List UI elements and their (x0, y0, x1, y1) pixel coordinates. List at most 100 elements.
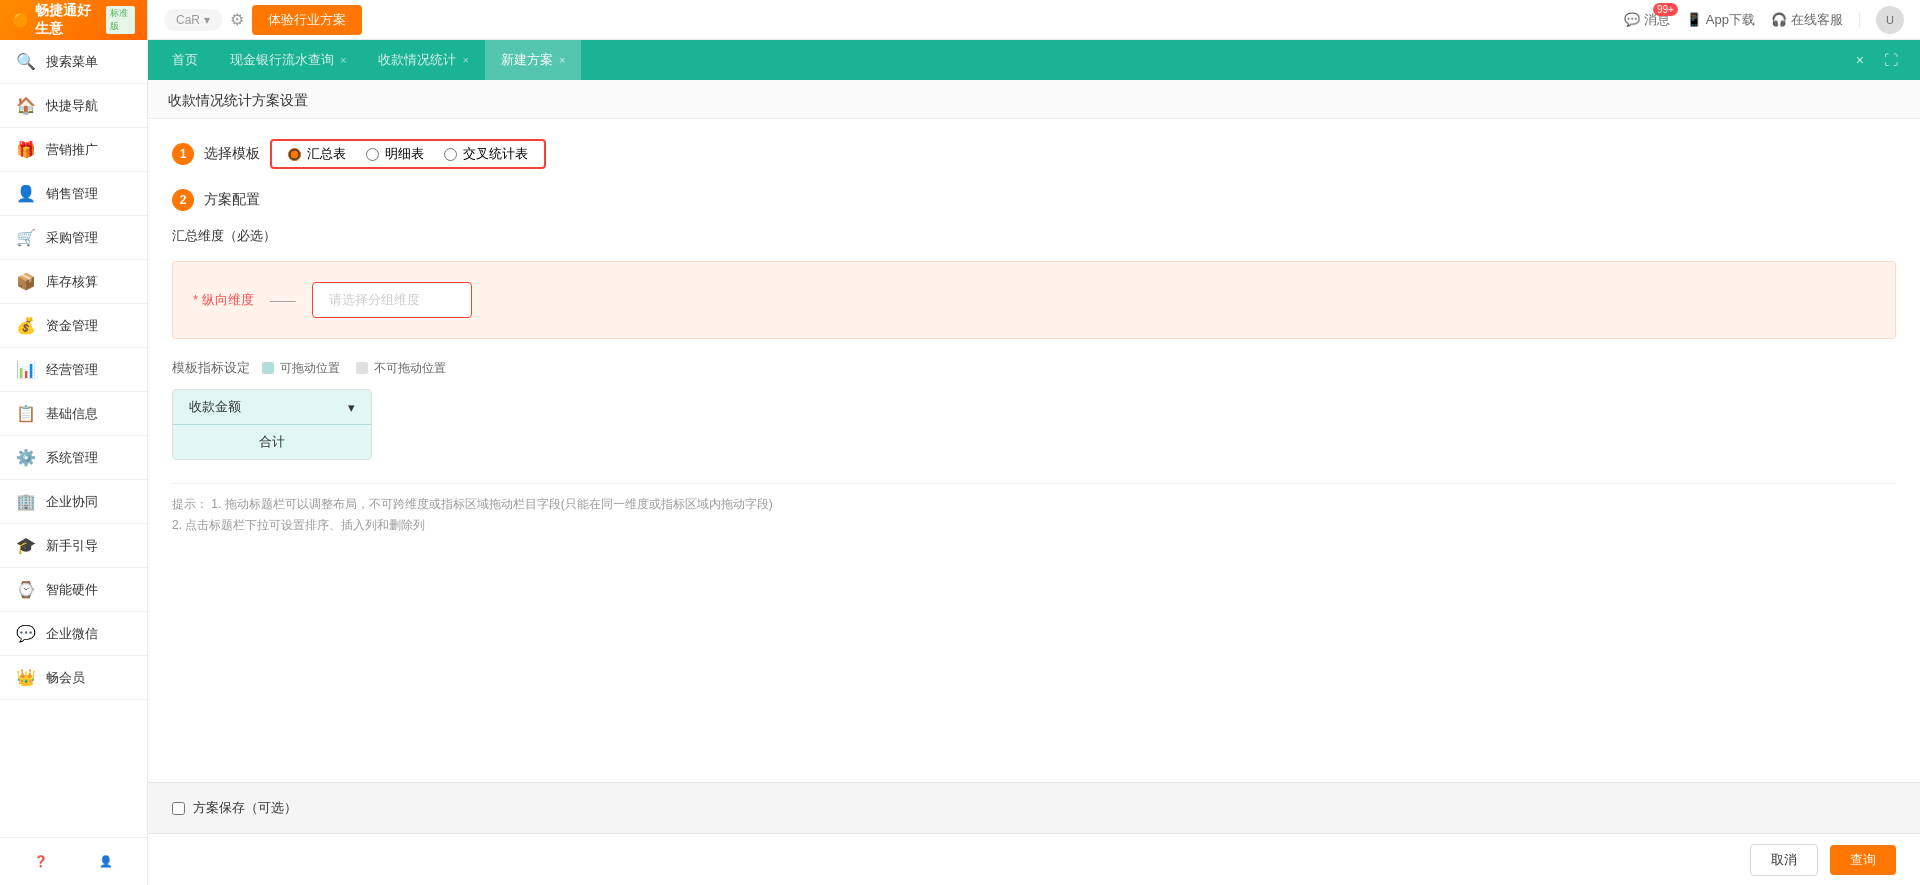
user-initial: U (1886, 14, 1894, 26)
tab-new-plan-close-icon[interactable]: × (559, 54, 565, 66)
tab-home-label: 首页 (172, 51, 198, 69)
sidebar-label-enterprise: 企业协同 (46, 493, 98, 511)
header-divider (1859, 12, 1860, 28)
settings-icon[interactable]: ⚙ (230, 10, 244, 29)
sidebar-item-sales[interactable]: 👤 销售管理 (0, 172, 147, 216)
step2-title: 方案配置 (204, 191, 260, 209)
vertical-dim-label: * 纵向维度 (193, 291, 254, 309)
tab-close-btn[interactable]: × (1850, 50, 1870, 70)
radio-summary[interactable]: 汇总表 (288, 145, 346, 163)
step1-header: 1 选择模板 汇总表 明细表 交叉统计表 (172, 139, 1896, 169)
message-icon: 💬 (1624, 12, 1640, 27)
template-select-box: 汇总表 明细表 交叉统计表 (270, 139, 546, 169)
service-label: 在线客服 (1791, 11, 1843, 29)
main-content: CaR ▾ ⚙ 体验行业方案 💬 消息 99+ 📱 App下载 🎧 在线客服 U (148, 0, 1920, 885)
sidebar-item-inventory[interactable]: 📦 库存核算 (0, 260, 147, 304)
sidebar-item-quick-nav[interactable]: 🏠 快捷导航 (0, 84, 147, 128)
radio-cross[interactable]: 交叉统计表 (444, 145, 528, 163)
step2-badge: 2 (172, 189, 194, 211)
sidebar-item-member[interactable]: 👑 畅会员 (0, 656, 147, 700)
download-item[interactable]: 📱 App下载 (1686, 11, 1755, 29)
indicator-header-chevron-icon: ▾ (348, 400, 355, 415)
sidebar-label-marketing: 营销推广 (46, 141, 98, 159)
sidebar-icon-system: ⚙️ (16, 448, 36, 467)
draggable-dot (262, 362, 274, 374)
sidebar-icon-sales: 👤 (16, 184, 36, 203)
sidebar-label-system: 系统管理 (46, 449, 98, 467)
sidebar-label-member: 畅会员 (46, 669, 85, 687)
sidebar-icon-quick-nav: 🏠 (16, 96, 36, 115)
sidebar-item-newbie[interactable]: 🎓 新手引导 (0, 524, 147, 568)
save-checkbox[interactable] (172, 802, 185, 815)
sidebar-item-enterprise[interactable]: 🏢 企业协同 (0, 480, 147, 524)
tab-receipt-label: 收款情况统计 (378, 51, 456, 69)
sidebar-label-inventory: 库存核算 (46, 273, 98, 291)
tab-receipt[interactable]: 收款情况统计 × (362, 40, 484, 80)
tab-cashflow[interactable]: 现金银行流水查询 × (214, 40, 362, 80)
radio-detail-label: 明细表 (385, 145, 424, 163)
sidebar-bottom-help[interactable]: ❓ (34, 855, 48, 868)
sidebar-item-operations[interactable]: 📊 经营管理 (0, 348, 147, 392)
summary-dim-title-text: 汇总维度（必选） (172, 228, 276, 243)
sidebar-item-purchase[interactable]: 🛒 采购管理 (0, 216, 147, 260)
sidebar-label-operations: 经营管理 (46, 361, 98, 379)
save-option: 方案保存（可选） (148, 782, 1920, 833)
sidebar-icon-operations: 📊 (16, 360, 36, 379)
sidebar-bottom: ❓ 👤 (0, 837, 147, 885)
radio-summary-label: 汇总表 (307, 145, 346, 163)
sidebar-item-finance[interactable]: 💰 资金管理 (0, 304, 147, 348)
sidebar-item-search-menu[interactable]: 🔍 搜索菜单 (0, 40, 147, 84)
radio-summary-input[interactable] (288, 148, 301, 161)
query-button[interactable]: 查询 (1830, 845, 1896, 875)
tab-new-plan[interactable]: 新建方案 × (485, 40, 581, 80)
radio-detail[interactable]: 明细表 (366, 145, 424, 163)
cancel-button[interactable]: 取消 (1750, 844, 1818, 876)
notification-item[interactable]: 💬 消息 99+ (1624, 11, 1670, 29)
non-draggable-legend: 不可拖动位置 (356, 360, 446, 377)
indicator-settings: 模板指标设定 可拖动位置 不可拖动位置 (172, 359, 1896, 463)
top-header: CaR ▾ ⚙ 体验行业方案 💬 消息 99+ 📱 App下载 🎧 在线客服 U (148, 0, 1920, 40)
tab-bar: 首页 现金银行流水查询 × 收款情况统计 × 新建方案 × × ⛶ (148, 40, 1920, 80)
app-logo-icon: 🟠 (12, 12, 29, 28)
step1-section: 1 选择模板 汇总表 明细表 交叉统计表 (172, 139, 1896, 169)
tab-receipt-close-icon[interactable]: × (462, 54, 468, 66)
sidebar-bottom-user[interactable]: 👤 (99, 855, 113, 868)
sidebar-item-system[interactable]: ⚙️ 系统管理 (0, 436, 147, 480)
sidebar: 🟠 畅捷通好生意 标准版 🔍 搜索菜单 🏠 快捷导航 🎁 营销推广 👤 销售管理… (0, 0, 148, 885)
bottom-action-bar: 取消 查询 (148, 833, 1920, 885)
tip-line-1: 提示： 1. 拖动标题栏可以调整布局，不可跨维度或指标区域拖动栏目字段(只能在同… (172, 496, 1896, 513)
sidebar-label-search-menu: 搜索菜单 (46, 53, 98, 71)
non-draggable-label: 不可拖动位置 (374, 360, 446, 377)
sidebar-icon-inventory: 📦 (16, 272, 36, 291)
indicator-table: 收款金额 ▾ 合计 (172, 389, 372, 460)
tab-home[interactable]: 首页 (156, 40, 214, 80)
sidebar-item-marketing[interactable]: 🎁 营销推广 (0, 128, 147, 172)
tab-expand-btn[interactable]: ⛶ (1878, 50, 1904, 70)
header-right: 💬 消息 99+ 📱 App下载 🎧 在线客服 U (1624, 6, 1904, 34)
service-item[interactable]: 🎧 在线客服 (1771, 11, 1843, 29)
breadcrumb-text: CaR (176, 13, 200, 27)
sidebar-icon-marketing: 🎁 (16, 140, 36, 159)
config-body: 1 选择模板 汇总表 明细表 交叉统计表 (148, 119, 1920, 782)
indicator-legend: 可拖动位置 不可拖动位置 (262, 360, 446, 377)
sidebar-icon-newbie: 🎓 (16, 536, 36, 555)
avatar[interactable]: U (1876, 6, 1904, 34)
sidebar-label-wechat: 企业微信 (46, 625, 98, 643)
dimension-select[interactable]: 请选择分组维度 (312, 282, 472, 318)
sidebar-label-purchase: 采购管理 (46, 229, 98, 247)
sidebar-item-smart-hw[interactable]: ⌚ 智能硬件 (0, 568, 147, 612)
tips-area: 提示： 1. 拖动标题栏可以调整布局，不可跨维度或指标区域拖动栏目字段(只能在同… (172, 483, 1896, 550)
save-option-label: 方案保存（可选） (193, 799, 297, 817)
non-draggable-dot (356, 362, 368, 374)
summary-dim-title: 汇总维度（必选） (172, 227, 1896, 249)
sidebar-icon-purchase: 🛒 (16, 228, 36, 247)
step1-badge: 1 (172, 143, 194, 165)
radio-detail-input[interactable] (366, 148, 379, 161)
industry-btn[interactable]: 体验行业方案 (252, 5, 362, 35)
tab-cashflow-label: 现金银行流水查询 (230, 51, 334, 69)
sidebar-item-wechat[interactable]: 💬 企业微信 (0, 612, 147, 656)
radio-cross-input[interactable] (444, 148, 457, 161)
tip-line-2: 2. 点击标题栏下拉可设置排序、插入列和删除列 (172, 517, 1896, 534)
tab-cashflow-close-icon[interactable]: × (340, 54, 346, 66)
sidebar-item-base-info[interactable]: 📋 基础信息 (0, 392, 147, 436)
